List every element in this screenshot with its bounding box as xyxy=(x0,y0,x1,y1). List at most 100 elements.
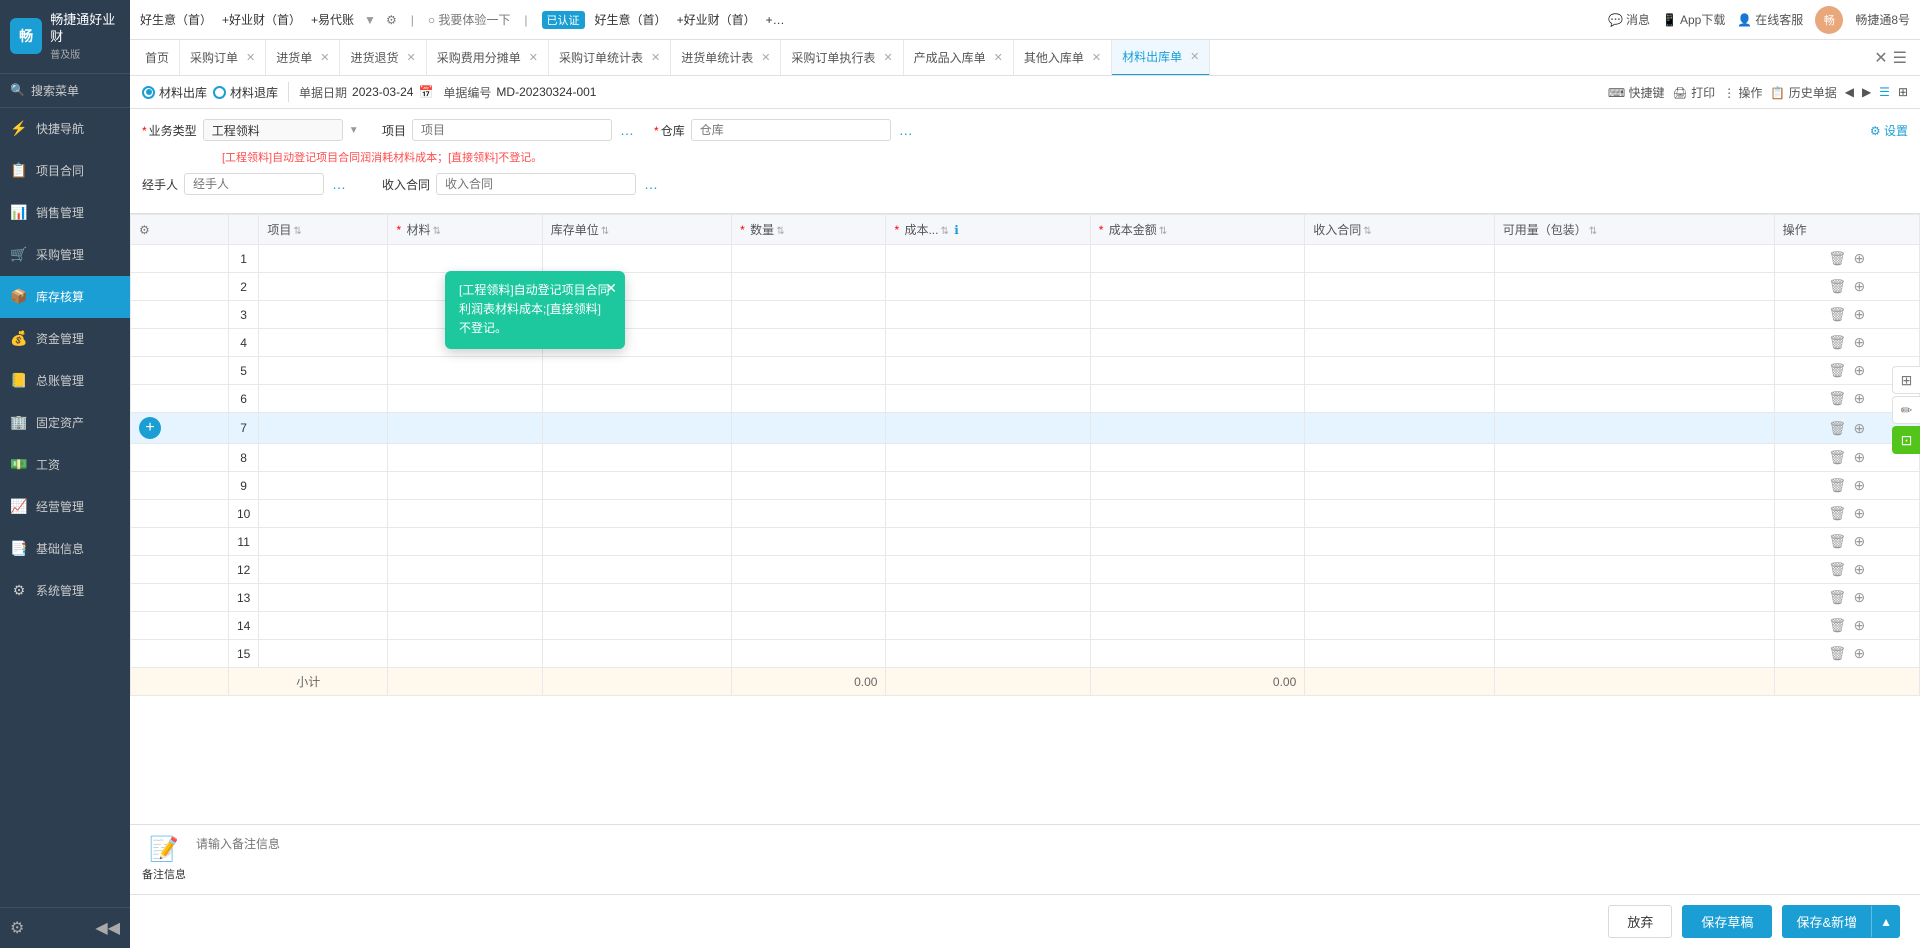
col-sort-icon[interactable]: ⇅ xyxy=(293,226,301,237)
delete-row-btn[interactable]: 🗑 xyxy=(1826,559,1848,579)
delete-row-btn[interactable]: 🗑 xyxy=(1826,332,1848,352)
available-qty-cell[interactable] xyxy=(1494,584,1774,612)
tab-close-icon[interactable]: ✕ xyxy=(1190,50,1199,63)
sidebar-item-assets[interactable]: 🏢 固定资产 xyxy=(0,402,130,444)
qty-cell[interactable] xyxy=(732,245,886,273)
qty-cell[interactable] xyxy=(732,357,886,385)
available-qty-cell[interactable] xyxy=(1494,329,1774,357)
tab-goods-receipt[interactable]: 进货单 ✕ xyxy=(266,40,340,76)
income-contract-cell[interactable] xyxy=(1305,640,1494,668)
delete-row-btn[interactable]: 🗑 xyxy=(1826,531,1848,551)
save-new-main-btn[interactable]: 保存&新增 xyxy=(1782,906,1872,937)
copy-row-btn[interactable]: ⊕ xyxy=(1851,615,1867,635)
income-contract-cell[interactable] xyxy=(1305,385,1494,413)
cost-amount-cell[interactable] xyxy=(1090,245,1305,273)
cost-amount-cell[interactable] xyxy=(1090,413,1305,444)
online-service-link[interactable]: 👤 在线客服 xyxy=(1737,11,1803,28)
col-qty[interactable]: 数量⇅ xyxy=(732,215,886,245)
material-cell[interactable] xyxy=(388,528,542,556)
col-sort-icon[interactable]: ⇅ xyxy=(1589,226,1597,237)
tab-close-icon[interactable]: ✕ xyxy=(246,51,255,64)
tab-close-icon[interactable]: ✕ xyxy=(407,51,416,64)
stock-unit-cell[interactable] xyxy=(542,245,731,273)
delete-row-btn[interactable]: 🗑 xyxy=(1826,475,1848,495)
material-cell[interactable] xyxy=(388,500,542,528)
qty-cell[interactable] xyxy=(732,640,886,668)
qty-cell[interactable] xyxy=(732,413,886,444)
settings-btn[interactable]: ⚙ 设置 xyxy=(1870,122,1908,139)
available-qty-cell[interactable] xyxy=(1494,528,1774,556)
copy-row-btn[interactable]: ⊕ xyxy=(1851,447,1867,467)
copy-row-btn[interactable]: ⊕ xyxy=(1851,418,1867,438)
income-contract-cell[interactable] xyxy=(1305,528,1494,556)
delete-row-btn[interactable]: 🗑 xyxy=(1826,418,1848,438)
cost-cell[interactable] xyxy=(886,273,1090,301)
project-cell[interactable] xyxy=(259,385,388,413)
qty-cell[interactable] xyxy=(732,329,886,357)
tab-goods-stats[interactable]: 进货单统计表 ✕ xyxy=(671,40,781,76)
cost-cell[interactable] xyxy=(886,357,1090,385)
sidebar-item-quicknav[interactable]: ⚡ 快捷导航 xyxy=(0,108,130,150)
col-project[interactable]: 项目⇅ xyxy=(259,215,388,245)
stock-unit-cell[interactable] xyxy=(542,357,731,385)
card-view-icon[interactable]: ⊞ xyxy=(1898,85,1908,99)
sidebar-item-project[interactable]: 📋 项目合同 xyxy=(0,150,130,192)
cost-amount-cell[interactable] xyxy=(1090,584,1305,612)
delete-row-btn[interactable]: 🗑 xyxy=(1826,388,1848,408)
cost-amount-cell[interactable] xyxy=(1090,329,1305,357)
income-contract-cell[interactable] xyxy=(1305,245,1494,273)
topbar-experience[interactable]: ○ 我要体验一下 xyxy=(428,11,511,28)
topbar-good-business[interactable]: 好生意（首） xyxy=(595,11,667,28)
qty-cell[interactable] xyxy=(732,584,886,612)
project-cell[interactable] xyxy=(259,528,388,556)
tab-more[interactable]: ☰ xyxy=(1893,48,1907,68)
available-qty-cell[interactable] xyxy=(1494,413,1774,444)
side-panel-icon-3[interactable]: ⊡ xyxy=(1892,426,1920,454)
tab-purchase-exec[interactable]: 采购订单执行表 ✕ xyxy=(781,40,903,76)
topbar-settings-icon[interactable]: ⚙ xyxy=(386,13,397,27)
material-cell[interactable] xyxy=(388,413,542,444)
available-qty-cell[interactable] xyxy=(1494,357,1774,385)
handler-input[interactable] xyxy=(184,173,324,195)
tab-other-instock[interactable]: 其他入库单 ✕ xyxy=(1014,40,1112,76)
next-record[interactable]: ▶ xyxy=(1862,85,1871,99)
cost-amount-cell[interactable] xyxy=(1090,612,1305,640)
cost-info-icon[interactable]: ℹ xyxy=(954,223,959,237)
collapse-icon[interactable]: ◀◀ xyxy=(95,918,120,938)
warehouse-input[interactable] xyxy=(691,119,891,141)
tab-close-icon[interactable]: ✕ xyxy=(1092,51,1101,64)
copy-row-btn[interactable]: ⊕ xyxy=(1851,304,1867,324)
col-sort-icon[interactable]: ⇅ xyxy=(1159,226,1167,237)
qty-cell[interactable] xyxy=(732,444,886,472)
calendar-icon[interactable]: 📅 xyxy=(418,85,433,99)
available-qty-cell[interactable] xyxy=(1494,640,1774,668)
qty-cell[interactable] xyxy=(732,528,886,556)
income-contract-dots[interactable]: … xyxy=(644,176,658,192)
tab-goods-return[interactable]: 进货退货 ✕ xyxy=(340,40,426,76)
project-cell[interactable] xyxy=(259,357,388,385)
project-cell[interactable] xyxy=(259,329,388,357)
cost-cell[interactable] xyxy=(886,385,1090,413)
cost-amount-cell[interactable] xyxy=(1090,385,1305,413)
qty-cell[interactable] xyxy=(732,500,886,528)
qty-cell[interactable] xyxy=(732,556,886,584)
cost-amount-cell[interactable] xyxy=(1090,556,1305,584)
material-cell[interactable] xyxy=(388,444,542,472)
delete-row-btn[interactable]: 🗑 xyxy=(1826,503,1848,523)
project-cell[interactable] xyxy=(259,612,388,640)
topbar-link-1[interactable]: 好生意（首） xyxy=(140,11,212,28)
available-qty-cell[interactable] xyxy=(1494,301,1774,329)
copy-row-btn[interactable]: ⊕ xyxy=(1851,248,1867,268)
cost-cell[interactable] xyxy=(886,612,1090,640)
topbar-dropdown-icon[interactable]: ▼ xyxy=(364,13,376,27)
tab-material-outstock[interactable]: 材料出库单 ✕ xyxy=(1112,40,1210,76)
material-cell[interactable] xyxy=(388,385,542,413)
notes-input[interactable] xyxy=(196,835,1908,875)
income-contract-input[interactable] xyxy=(436,173,636,195)
stock-unit-cell[interactable] xyxy=(542,500,731,528)
qty-cell[interactable] xyxy=(732,612,886,640)
shortcut-btn[interactable]: ⌨ 快捷键 xyxy=(1608,84,1665,101)
cost-amount-cell[interactable] xyxy=(1090,357,1305,385)
cost-cell[interactable] xyxy=(886,528,1090,556)
project-cell[interactable] xyxy=(259,245,388,273)
